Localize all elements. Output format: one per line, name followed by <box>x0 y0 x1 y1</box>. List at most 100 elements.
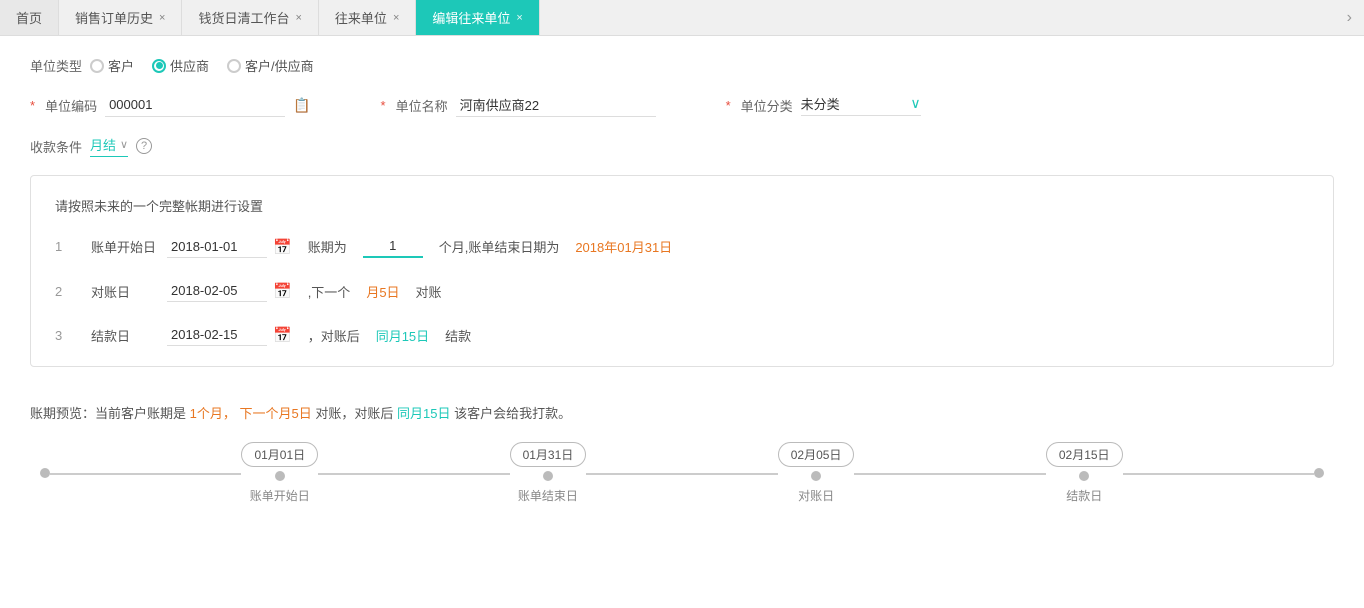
tab-home[interactable]: 首页 <box>0 0 59 35</box>
unit-code-input[interactable] <box>105 93 285 117</box>
tab-partner-unit[interactable]: 往来单位 × <box>319 0 416 35</box>
tl-node-4-caption: 结款日 <box>1066 487 1102 504</box>
tl-line-5 <box>1123 473 1314 475</box>
payment-prefix: ，对账后 <box>308 326 360 345</box>
preview-part1: 1个月， <box>190 406 236 421</box>
radio-customer[interactable]: 客户 <box>90 56 134 75</box>
payment-date-group: 📅 <box>167 324 292 346</box>
upload-icon[interactable]: 📋 <box>293 97 310 114</box>
unit-type-field: 单位类型 客户 供应商 客户/供应商 <box>30 56 314 75</box>
tab-sales-order-history-close[interactable]: × <box>159 12 165 24</box>
payment-condition-label: 收款条件 <box>30 137 82 156</box>
reconcile-date-group: 📅 <box>167 280 292 302</box>
timeline-left-dot <box>40 468 50 478</box>
preview-label: 账期预览：当前客户账期是 <box>30 406 186 421</box>
tab-cash-work-station[interactable]: 钱货日清工作台 × <box>182 0 318 35</box>
payment-date-cal-icon[interactable]: 📅 <box>273 326 292 344</box>
preview-part2: 下一个月5日 <box>240 406 312 421</box>
tl-line-4 <box>854 473 1045 475</box>
tl-node-2-pill: 01月31日 <box>510 442 587 467</box>
tl-line-3 <box>586 473 777 475</box>
payment-date-input[interactable] <box>167 324 267 346</box>
unit-name-required: * <box>381 98 386 113</box>
setting-row-2: 2 对账日 📅 ,下一个 月5日 对账 <box>55 280 1309 302</box>
reconcile-date-input[interactable] <box>167 280 267 302</box>
radio-customer-supplier[interactable]: 客户/供应商 <box>227 56 314 75</box>
tab-cash-work-station-close[interactable]: × <box>295 12 301 24</box>
unit-type-radio-group: 客户 供应商 客户/供应商 <box>90 56 314 75</box>
setting-row-3-num: 3 <box>55 328 75 343</box>
period-input[interactable] <box>363 235 423 258</box>
unit-info-row: * 单位编码 📋 * 单位名称 * 单位分类 未分类 ∨ <box>30 93 1334 117</box>
setting-row-2-num: 2 <box>55 284 75 299</box>
payment-condition-field: 收款条件 月结 ∨ ? <box>30 135 152 157</box>
tab-edit-partner-unit-label: 编辑往来单位 <box>432 8 510 27</box>
tl-node-4-pill: 02月15日 <box>1046 442 1123 467</box>
radio-supplier-circle <box>152 59 166 73</box>
tab-home-label: 首页 <box>16 8 42 27</box>
setting-row-1: 1 账单开始日 📅 账期为 个月,账单结束日期为 2018年01月31日 <box>55 235 1309 258</box>
tl-start-dot <box>40 468 50 478</box>
tl-line-1 <box>50 473 241 475</box>
payment-condition-row: 收款条件 月结 ∨ ? <box>30 135 1334 157</box>
setting-row-3-label: 结款日 <box>91 326 151 345</box>
unit-category-field: * 单位分类 未分类 ∨ <box>726 94 921 116</box>
tl-node-4-dot <box>1079 471 1089 481</box>
unit-category-select[interactable]: 未分类 ∨ <box>801 94 921 116</box>
unit-category-required: * <box>726 98 731 113</box>
reconcile-day-highlight: 月5日 <box>366 282 399 301</box>
tab-edit-partner-unit[interactable]: 编辑往来单位 × <box>416 0 539 35</box>
tab-edit-partner-unit-close[interactable]: × <box>516 12 522 24</box>
unit-type-row: 单位类型 客户 供应商 客户/供应商 <box>30 56 1334 75</box>
tl-end-dot <box>1314 468 1324 478</box>
end-date-highlight: 2018年01月31日 <box>575 237 672 256</box>
tl-node-3-caption: 对账日 <box>798 487 834 504</box>
tl-node-1-caption: 账单开始日 <box>250 487 310 504</box>
reconcile-date-cal-icon[interactable]: 📅 <box>273 282 292 300</box>
start-date-cal-icon[interactable]: 📅 <box>273 238 292 256</box>
tab-sales-order-history-label: 销售订单历史 <box>75 8 153 27</box>
tab-sales-order-history[interactable]: 销售订单历史 × <box>59 0 182 35</box>
radio-supplier-label: 供应商 <box>170 56 209 75</box>
reconcile-suffix: 对账 <box>416 282 442 301</box>
tl-node-2-caption: 账单结束日 <box>518 487 578 504</box>
payment-condition-value: 月结 <box>90 135 116 154</box>
start-date-input[interactable] <box>167 236 267 258</box>
tab-bar: 首页 销售订单历史 × 钱货日清工作台 × 往来单位 × 编辑往来单位 × › <box>0 0 1364 36</box>
tl-node-1-dot <box>275 471 285 481</box>
main-content: 单位类型 客户 供应商 客户/供应商 * 单位编码 <box>0 36 1364 608</box>
unit-code-label: 单位编码 <box>45 96 97 115</box>
settings-title: 请按照未来的一个完整帐期进行设置 <box>55 196 1309 215</box>
setting-row-2-label: 对账日 <box>91 282 151 301</box>
tl-node-1: 01月01日 账单开始日 <box>241 442 318 504</box>
unit-category-dropdown-arrow[interactable]: ∨ <box>910 95 920 112</box>
radio-customer-supplier-label: 客户/供应商 <box>245 56 314 75</box>
radio-supplier[interactable]: 供应商 <box>152 56 209 75</box>
tab-expand-button[interactable]: › <box>1335 9 1364 27</box>
unit-code-required: * <box>30 98 35 113</box>
preview-section: 账期预览：当前客户账期是 1个月， 下一个月5日 对账，对账后 同月15日 该客… <box>30 387 1334 504</box>
radio-customer-supplier-circle <box>227 59 241 73</box>
unit-name-input[interactable] <box>456 93 656 117</box>
payment-condition-arrow[interactable]: ∨ <box>120 138 128 151</box>
tab-partner-unit-close[interactable]: × <box>393 12 399 24</box>
setting-row-1-label: 账单开始日 <box>91 237 151 256</box>
unit-name-field: * 单位名称 <box>381 93 656 117</box>
timeline-right-dot <box>1314 468 1324 478</box>
preview-part3: 对账，对账后 <box>315 406 393 421</box>
unit-category-label: 单位分类 <box>741 96 793 115</box>
preview-text: 账期预览：当前客户账期是 1个月， 下一个月5日 对账，对账后 同月15日 该客… <box>30 403 1334 422</box>
payment-condition-help[interactable]: ? <box>136 138 152 154</box>
tab-partner-unit-label: 往来单位 <box>335 8 387 27</box>
timeline: 01月01日 账单开始日 01月31日 账单结束日 02月05日 对账日 <box>30 442 1334 504</box>
unit-code-field: * 单位编码 📋 <box>30 93 311 117</box>
tl-line-2 <box>318 473 509 475</box>
tl-node-2: 01月31日 账单结束日 <box>510 442 587 504</box>
setting-row-3: 3 结款日 📅 ，对账后 同月15日 结款 <box>55 324 1309 346</box>
tl-node-1-pill: 01月01日 <box>241 442 318 467</box>
settings-box: 请按照未来的一个完整帐期进行设置 1 账单开始日 📅 账期为 个月,账单结束日期… <box>30 175 1334 367</box>
radio-customer-circle <box>90 59 104 73</box>
tl-node-4: 02月15日 结款日 <box>1046 442 1123 504</box>
period-prefix: 账期为 <box>308 237 347 256</box>
payment-condition-select[interactable]: 月结 ∨ <box>90 135 128 157</box>
